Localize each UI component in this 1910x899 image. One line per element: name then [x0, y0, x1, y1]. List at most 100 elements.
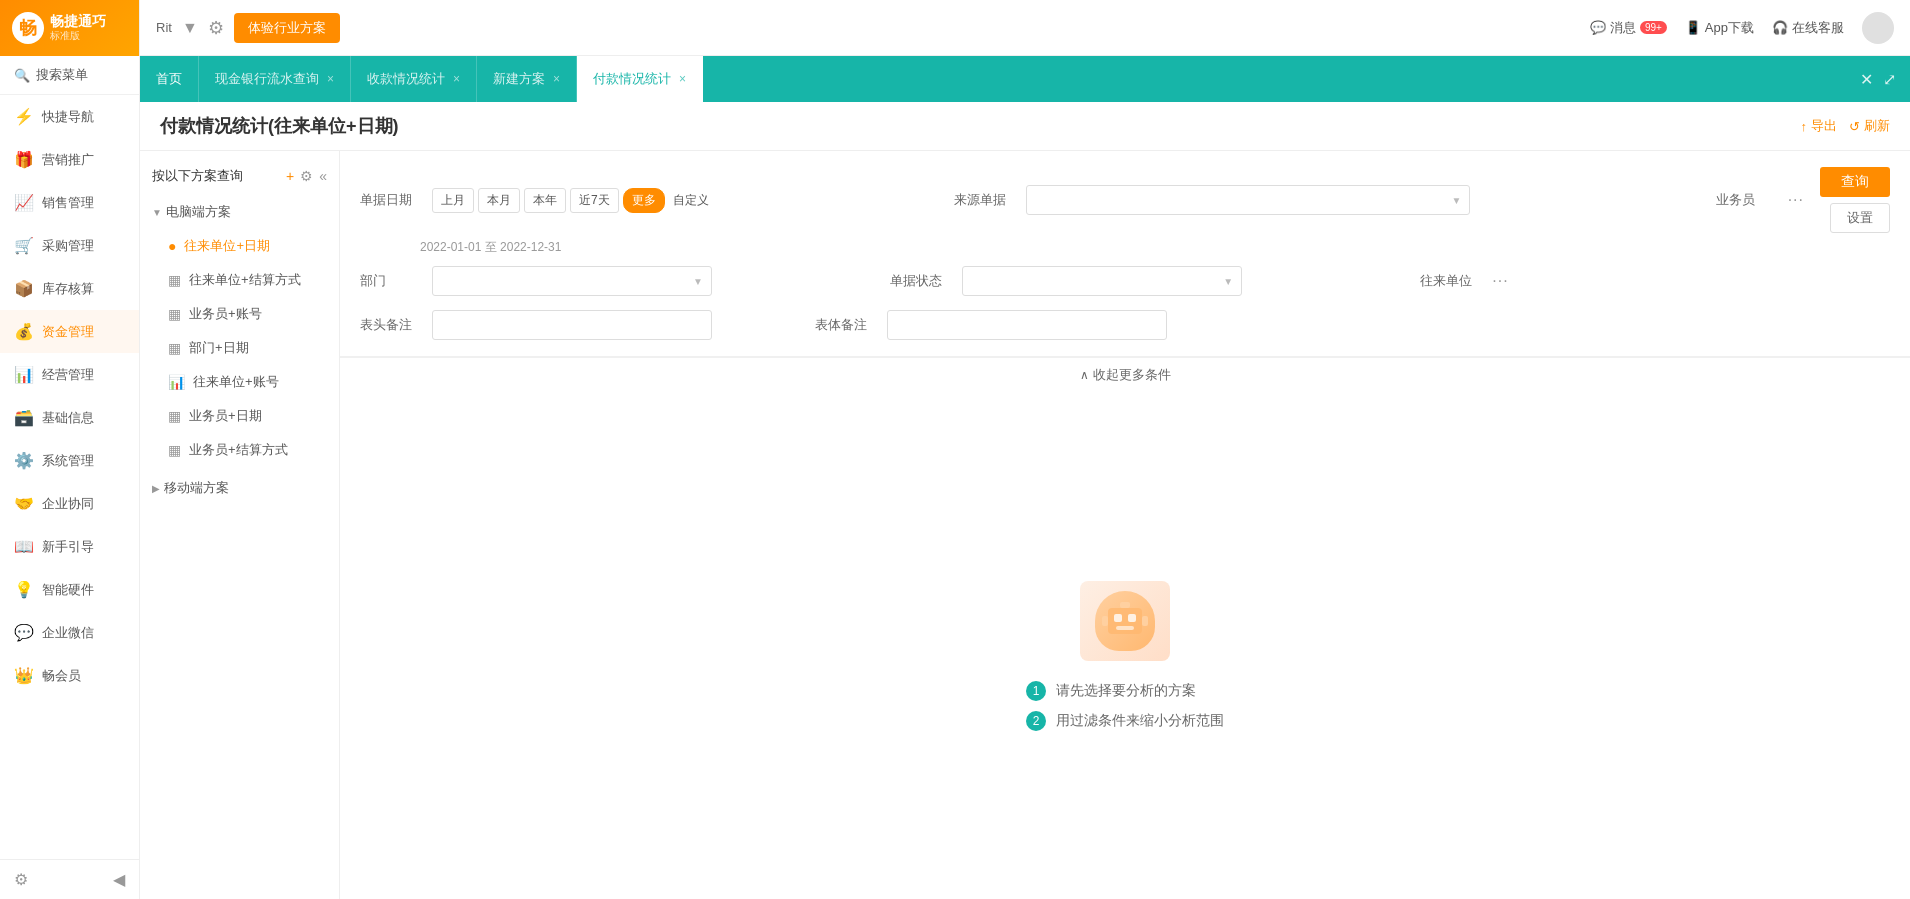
sidebar-item-marketing[interactable]: 🎁 营销推广: [0, 138, 139, 181]
source-select[interactable]: ▼: [1026, 185, 1470, 215]
scheme-item-staff-account[interactable]: ▦ 业务员+账号: [140, 297, 339, 331]
scheme-add-icon[interactable]: +: [286, 168, 294, 184]
scheme-category-mobile[interactable]: ▶ 移动端方案: [140, 471, 339, 505]
topbar: Rit ▼ ⚙ 体验行业方案 💬 消息 99+ 📱 App下载 🎧 在线客服: [140, 0, 1910, 56]
export-button[interactable]: ↑ 导出: [1801, 117, 1838, 135]
collapse-more-conditions[interactable]: ∧ 收起更多条件: [340, 357, 1910, 392]
dept-label: 部门: [360, 272, 416, 290]
sidebar-item-hardware[interactable]: 💡 智能硬件: [0, 568, 139, 611]
query-button[interactable]: 查询: [1820, 167, 1890, 197]
doc-status-label: 单据状态: [890, 272, 946, 290]
purchase-icon: 🛒: [14, 236, 34, 255]
scheme-collapse-icon[interactable]: «: [319, 168, 327, 184]
last-7-btn[interactable]: 近7天: [570, 188, 619, 213]
sidebar-settings-icon[interactable]: ⚙: [14, 870, 28, 889]
user-avatar[interactable]: [1862, 12, 1894, 44]
filter-row-3: 表头备注 表体备注: [360, 310, 1890, 340]
sidebar-item-wechat[interactable]: 💬 企业微信: [0, 611, 139, 654]
page-title: 付款情况统计(往来单位+日期): [160, 114, 399, 138]
scheme-item-party-settle[interactable]: ▦ 往来单位+结算方式: [140, 263, 339, 297]
filter-form: 单据日期 上月 本月 本年 近7天 更多 自定义 来源单据: [340, 151, 1910, 357]
filter-area: 单据日期 上月 本月 本年 近7天 更多 自定义 来源单据: [340, 151, 1910, 899]
scheme-panel-icons: + ⚙ «: [286, 168, 327, 184]
staff-label: 业务员: [1716, 191, 1772, 209]
app-download-item[interactable]: 📱 App下载: [1685, 19, 1754, 37]
sidebar-item-system[interactable]: ⚙️ 系统管理: [0, 439, 139, 482]
tab-close-bank-flow[interactable]: ×: [327, 72, 334, 86]
notification-item[interactable]: 💬 消息 99+: [1590, 19, 1667, 37]
prev-month-btn[interactable]: 上月: [432, 188, 474, 213]
sidebar-item-capital[interactable]: 💰 资金管理: [0, 310, 139, 353]
basic-icon: 🗃️: [14, 408, 34, 427]
hardware-icon: 💡: [14, 580, 34, 599]
company-dropdown-icon[interactable]: ▼: [182, 19, 198, 37]
topbar-settings-icon[interactable]: ⚙: [208, 17, 224, 39]
tab-bank-flow[interactable]: 现金银行流水查询 ×: [199, 56, 351, 102]
filter-row-2: 部门 ▼ 单据状态 ▼ 往来单位 ···: [360, 266, 1890, 296]
page-header: 付款情况统计(往来单位+日期) ↑ 导出 ↺ 刷新: [140, 102, 1910, 151]
table-body-note-input[interactable]: [896, 318, 1158, 333]
desktop-expand-icon: ▼: [152, 207, 162, 218]
tab-close-all-icon[interactable]: ✕: [1860, 70, 1873, 89]
scheme-item-staff-account-icon: ▦: [168, 306, 181, 322]
scheme-category-desktop[interactable]: ▼ 电脑端方案: [140, 195, 339, 229]
svg-rect-2: [1128, 614, 1136, 622]
scheme-item-dept-date[interactable]: ▦ 部门+日期: [140, 331, 339, 365]
tab-home[interactable]: 首页: [140, 56, 199, 102]
party-ellipsis[interactable]: ···: [1492, 272, 1508, 290]
content-area: 付款情况统计(往来单位+日期) ↑ 导出 ↺ 刷新 按以下方案查询 +: [140, 102, 1910, 899]
table-header-note-label: 表头备注: [360, 316, 416, 334]
tab-new-scheme[interactable]: 新建方案 ×: [477, 56, 577, 102]
tab-close-collection[interactable]: ×: [453, 72, 460, 86]
this-month-btn[interactable]: 本月: [478, 188, 520, 213]
trial-button[interactable]: 体验行业方案: [234, 13, 340, 43]
inventory-icon: 📦: [14, 279, 34, 298]
party-label: 往来单位: [1420, 272, 1476, 290]
logo-text: 畅捷通巧 标准版: [50, 13, 106, 44]
tab-close-payment[interactable]: ×: [679, 72, 686, 86]
sidebar-collapse-icon[interactable]: ◀: [113, 870, 125, 889]
empty-tip-2: 2 用过滤条件来缩小分析范围: [1026, 711, 1224, 731]
sidebar-item-guide[interactable]: 📖 新手引导: [0, 525, 139, 568]
member-icon: 👑: [14, 666, 34, 685]
sidebar-item-enterprise[interactable]: 🤝 企业协同: [0, 482, 139, 525]
scheme-panel: 按以下方案查询 + ⚙ « ▼ 电脑端方案 ● 往来单位+日期: [140, 151, 340, 899]
search-menu[interactable]: 🔍 搜索菜单: [0, 56, 139, 95]
table-header-note-input[interactable]: [441, 318, 703, 333]
tab-maximize-icon[interactable]: ⤢: [1883, 70, 1896, 89]
operation-icon: 📊: [14, 365, 34, 384]
scheme-panel-header: 按以下方案查询 + ⚙ «: [140, 161, 339, 195]
tabbar-actions: ✕ ⤢: [1846, 56, 1910, 102]
scheme-item-party-date[interactable]: ● 往来单位+日期: [140, 229, 339, 263]
doc-status-select[interactable]: ▼: [962, 266, 1242, 296]
scheme-item-staff-date[interactable]: ▦ 业务员+日期: [140, 399, 339, 433]
tab-payment[interactable]: 付款情况统计 ×: [577, 56, 703, 102]
scheme-item-party-settle-icon: ▦: [168, 272, 181, 288]
scheme-settings-icon[interactable]: ⚙: [300, 168, 313, 184]
sidebar-item-inventory[interactable]: 📦 库存核算: [0, 267, 139, 310]
sidebar-item-operation[interactable]: 📊 经营管理: [0, 353, 139, 396]
empty-tip-1-text: 请先选择要分析的方案: [1056, 682, 1196, 700]
online-support-item[interactable]: 🎧 在线客服: [1772, 19, 1844, 37]
sidebar-item-member[interactable]: 👑 畅会员: [0, 654, 139, 697]
tab-collection[interactable]: 收款情况统计 ×: [351, 56, 477, 102]
scheme-item-party-account[interactable]: 📊 往来单位+账号: [140, 365, 339, 399]
this-year-btn[interactable]: 本年: [524, 188, 566, 213]
sidebar-item-basic[interactable]: 🗃️ 基础信息: [0, 396, 139, 439]
dept-select[interactable]: ▼: [432, 266, 712, 296]
sidebar-nav: ⚡ 快捷导航 🎁 营销推广 📈 销售管理 🛒 采购管理 📦 库存核算 💰 资金管…: [0, 95, 139, 859]
filter-settings-button[interactable]: 设置: [1830, 203, 1890, 233]
sidebar-item-sales[interactable]: 📈 销售管理: [0, 181, 139, 224]
scheme-item-staff-settle[interactable]: ▦ 业务员+结算方式: [140, 433, 339, 467]
empty-tips: 1 请先选择要分析的方案 2 用过滤条件来缩小分析范围: [1026, 681, 1224, 731]
tab-close-new-scheme[interactable]: ×: [553, 72, 560, 86]
svg-rect-6: [1142, 616, 1148, 626]
sidebar-item-purchase[interactable]: 🛒 采购管理: [0, 224, 139, 267]
staff-ellipsis[interactable]: ···: [1788, 191, 1804, 209]
table-body-note-label: 表体备注: [815, 316, 871, 334]
empty-tip-2-text: 用过滤条件来缩小分析范围: [1056, 712, 1224, 730]
custom-label: 自定义: [673, 192, 709, 209]
refresh-button[interactable]: ↺ 刷新: [1849, 117, 1890, 135]
sidebar-item-quick-nav[interactable]: ⚡ 快捷导航: [0, 95, 139, 138]
more-btn[interactable]: 更多: [623, 188, 665, 213]
